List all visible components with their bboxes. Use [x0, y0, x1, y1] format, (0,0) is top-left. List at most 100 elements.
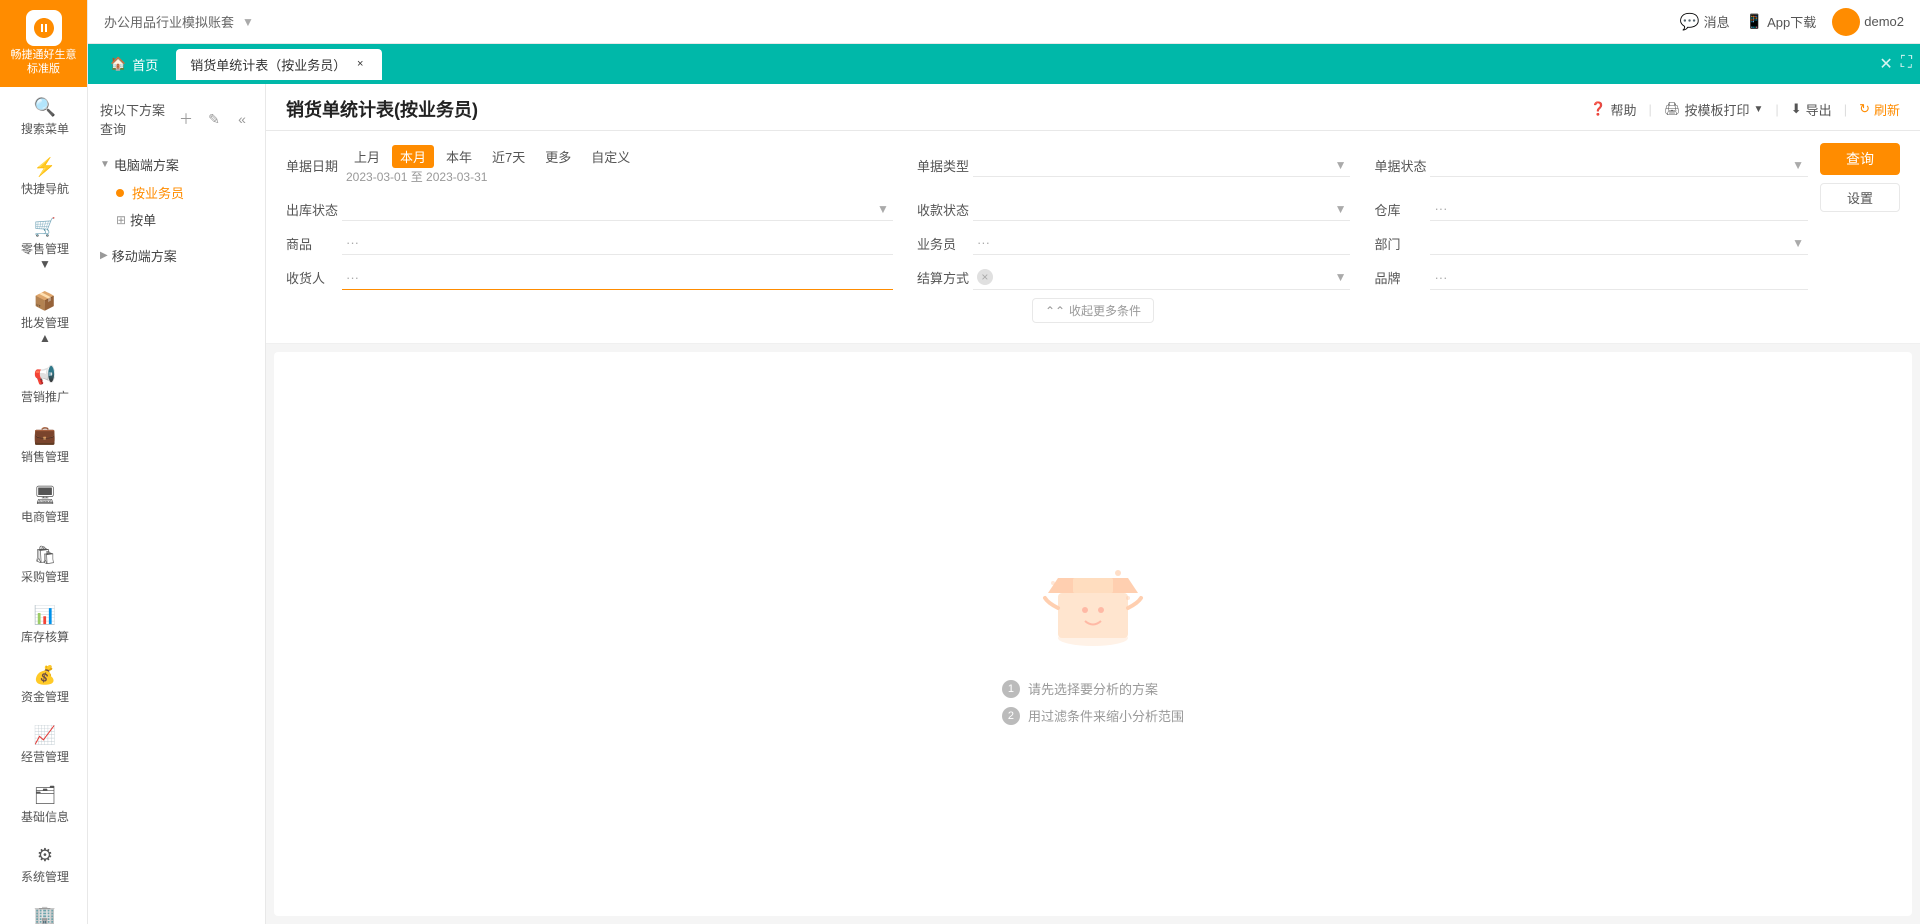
outstatus-label: 出库状态	[286, 200, 342, 219]
settlement-label: 结算方式	[917, 268, 973, 287]
sidebar-item-marketing[interactable]: 📢 营销推广	[0, 355, 87, 415]
sidebar-item-shortcut[interactable]: ⚡ 快捷导航	[0, 147, 87, 207]
sidebar-item-system[interactable]: ⚙ 系统管理	[0, 835, 87, 895]
template-print-button[interactable]: 🖨 按模板打印 ▼	[1664, 100, 1763, 119]
tab-close-icon[interactable]: ×	[352, 56, 368, 72]
user-menu[interactable]: demo2	[1832, 8, 1904, 36]
page-actions: ❓ 帮助 | 🖨 按模板打印 ▼ | ⬇ 导出 |	[1590, 100, 1900, 119]
query-button[interactable]: 查询	[1820, 143, 1900, 175]
sidebar-item-finance[interactable]: 💰 资金管理	[0, 655, 87, 715]
message-label: 消息	[1704, 12, 1730, 31]
tree-item-salesperson-label: 按业务员	[132, 183, 184, 202]
filter-item-doctype: 单据类型 ▼	[917, 154, 1351, 177]
consignee-select[interactable]: ···	[346, 268, 889, 287]
doctype-chevron-icon: ▼	[1335, 158, 1347, 172]
message-button[interactable]: 💬 消息	[1680, 12, 1730, 32]
sidebar-item-wholesale[interactable]: 📦 批发管理 ▲	[0, 281, 87, 355]
salesperson-dots: ···	[977, 235, 990, 250]
sidebar-item-enterprise[interactable]: 🏢 企业协同	[0, 895, 87, 924]
payment-label: 收款状态	[917, 200, 973, 219]
filter-item-date: 单据日期 上月 本月 本年 近7天 更多 自定义	[286, 143, 893, 187]
operations-icon: 📈	[34, 725, 56, 746]
sidebar-item-basic-label: 基础信息	[21, 808, 69, 825]
tree-item-salesperson[interactable]: 按业务员	[88, 179, 265, 206]
help-label: 帮助	[1611, 100, 1637, 119]
tree-item-order[interactable]: ⊞ 按单	[88, 206, 265, 233]
wholesale-icon: 📦	[34, 291, 56, 312]
tree-mobile-section[interactable]: ▶ 移动端方案	[88, 241, 265, 270]
enterprise-icon: 🏢	[34, 905, 56, 924]
consignee-dots: ···	[346, 270, 359, 285]
help-button[interactable]: ❓ 帮助	[1590, 100, 1636, 119]
salesperson-input-wrap[interactable]: ···	[973, 231, 1351, 255]
date-btn-prev-month[interactable]: 上月	[346, 145, 388, 168]
edit-scheme-button[interactable]: ✎	[203, 108, 225, 130]
consignee-input-wrap[interactable]: ···	[342, 266, 893, 290]
settings-button[interactable]: 设置	[1820, 183, 1900, 212]
sidebar-item-search[interactable]: 🔍 搜索菜单	[0, 87, 87, 147]
left-panel-title: 按以下方案查询	[100, 100, 175, 138]
sidebar-item-sales[interactable]: 💼 销售管理	[0, 415, 87, 475]
collapse-panel-button[interactable]: «	[231, 108, 253, 130]
outstatus-select[interactable]: ▼	[346, 200, 889, 218]
sidebar-item-inventory[interactable]: 📊 库存核算	[0, 595, 87, 655]
add-scheme-button[interactable]: ＋	[175, 108, 197, 130]
date-btn-custom[interactable]: 自定义	[583, 145, 638, 168]
grid-icon: ⊞	[116, 213, 126, 227]
doctype-input-wrap[interactable]: ▼	[973, 154, 1351, 177]
sidebar-item-retail[interactable]: 🛒 零售管理 ▼	[0, 207, 87, 281]
refresh-button[interactable]: ↻ 刷新	[1859, 100, 1900, 119]
print-icon: 🖨	[1664, 101, 1681, 117]
date-btn-more[interactable]: 更多	[537, 145, 579, 168]
tree-mobile-label: 移动端方案	[112, 246, 177, 265]
docstatus-select[interactable]: ▼	[1434, 156, 1804, 174]
goods-select[interactable]: ···	[346, 233, 889, 252]
tab-report[interactable]: 销货单统计表（按业务员） ×	[176, 49, 382, 80]
export-button[interactable]: ⬇ 导出	[1791, 100, 1832, 119]
sidebar-item-purchase[interactable]: 🛍 采购管理	[0, 535, 87, 595]
collapse-label: 收起更多条件	[1069, 302, 1141, 319]
doctype-label: 单据类型	[917, 156, 973, 175]
outstatus-input-wrap[interactable]: ▼	[342, 198, 893, 221]
warehouse-dots: ···	[1434, 201, 1447, 216]
filter-item-settlement: 结算方式 × ▼	[917, 265, 1351, 290]
sidebar-item-operations[interactable]: 📈 经营管理	[0, 715, 87, 775]
settlement-clear-icon[interactable]: ×	[977, 269, 993, 285]
department-select[interactable]: ▼	[1434, 234, 1804, 252]
warehouse-input-wrap[interactable]: ···	[1430, 197, 1808, 221]
payment-select[interactable]: ▼	[977, 200, 1347, 218]
tab-home[interactable]: 🏠 首页	[96, 49, 172, 80]
goods-input-wrap[interactable]: ···	[342, 231, 893, 255]
date-input-wrap: 上月 本月 本年 近7天 更多 自定义 2023-03-01 至 2023-03…	[342, 143, 893, 187]
empty-illustration	[1033, 543, 1153, 663]
tab-close-window-icon[interactable]: ✕	[1879, 54, 1892, 74]
date-btn-this-month[interactable]: 本月	[392, 145, 434, 168]
refresh-icon: ↻	[1859, 101, 1870, 117]
date-btn-this-year[interactable]: 本年	[438, 145, 480, 168]
salesperson-select[interactable]: ···	[977, 233, 1347, 252]
collapse-button[interactable]: ⌃⌃ 收起更多条件	[1032, 298, 1154, 323]
filter-row-1: 单据日期 上月 本月 本年 近7天 更多 自定义	[286, 143, 1808, 187]
sidebar-item-ecommerce[interactable]: 🖥 电商管理	[0, 475, 87, 535]
department-input-wrap[interactable]: ▼	[1430, 232, 1808, 255]
tree-desktop-section[interactable]: ▼ 电脑端方案	[88, 150, 265, 179]
outstatus-chevron-icon: ▼	[877, 202, 889, 216]
filter-item-salesperson: 业务员 ···	[917, 231, 1351, 255]
doctype-select[interactable]: ▼	[977, 156, 1347, 174]
filter-item-payment: 收款状态 ▼	[917, 198, 1351, 221]
docstatus-input-wrap[interactable]: ▼	[1430, 154, 1808, 177]
app-download-button[interactable]: 📱 App下载	[1746, 12, 1817, 31]
filter-row-3: 商品 ··· 业务员	[286, 231, 1808, 255]
brand-input-wrap[interactable]: ···	[1430, 266, 1808, 290]
settlement-select[interactable]: × ▼	[977, 267, 1347, 287]
warehouse-select[interactable]: ···	[1434, 199, 1804, 218]
filter-item-brand: 品牌 ···	[1374, 266, 1808, 290]
sidebar-item-basic[interactable]: 🗂 基础信息	[0, 775, 87, 835]
brand-select[interactable]: ···	[1434, 268, 1804, 287]
tab-maximize-icon[interactable]: ⛶	[1901, 54, 1912, 74]
payment-input-wrap[interactable]: ▼	[973, 198, 1351, 221]
logo-text: 畅捷通好生意 标准版	[4, 48, 83, 77]
date-btn-7days[interactable]: 近7天	[484, 145, 533, 168]
sidebar: 畅捷通好生意 标准版 🔍 搜索菜单 ⚡ 快捷导航 🛒 零售管理 ▼ 📦 批发管理…	[0, 0, 88, 924]
filter-item-outstatus: 出库状态 ▼	[286, 198, 893, 221]
